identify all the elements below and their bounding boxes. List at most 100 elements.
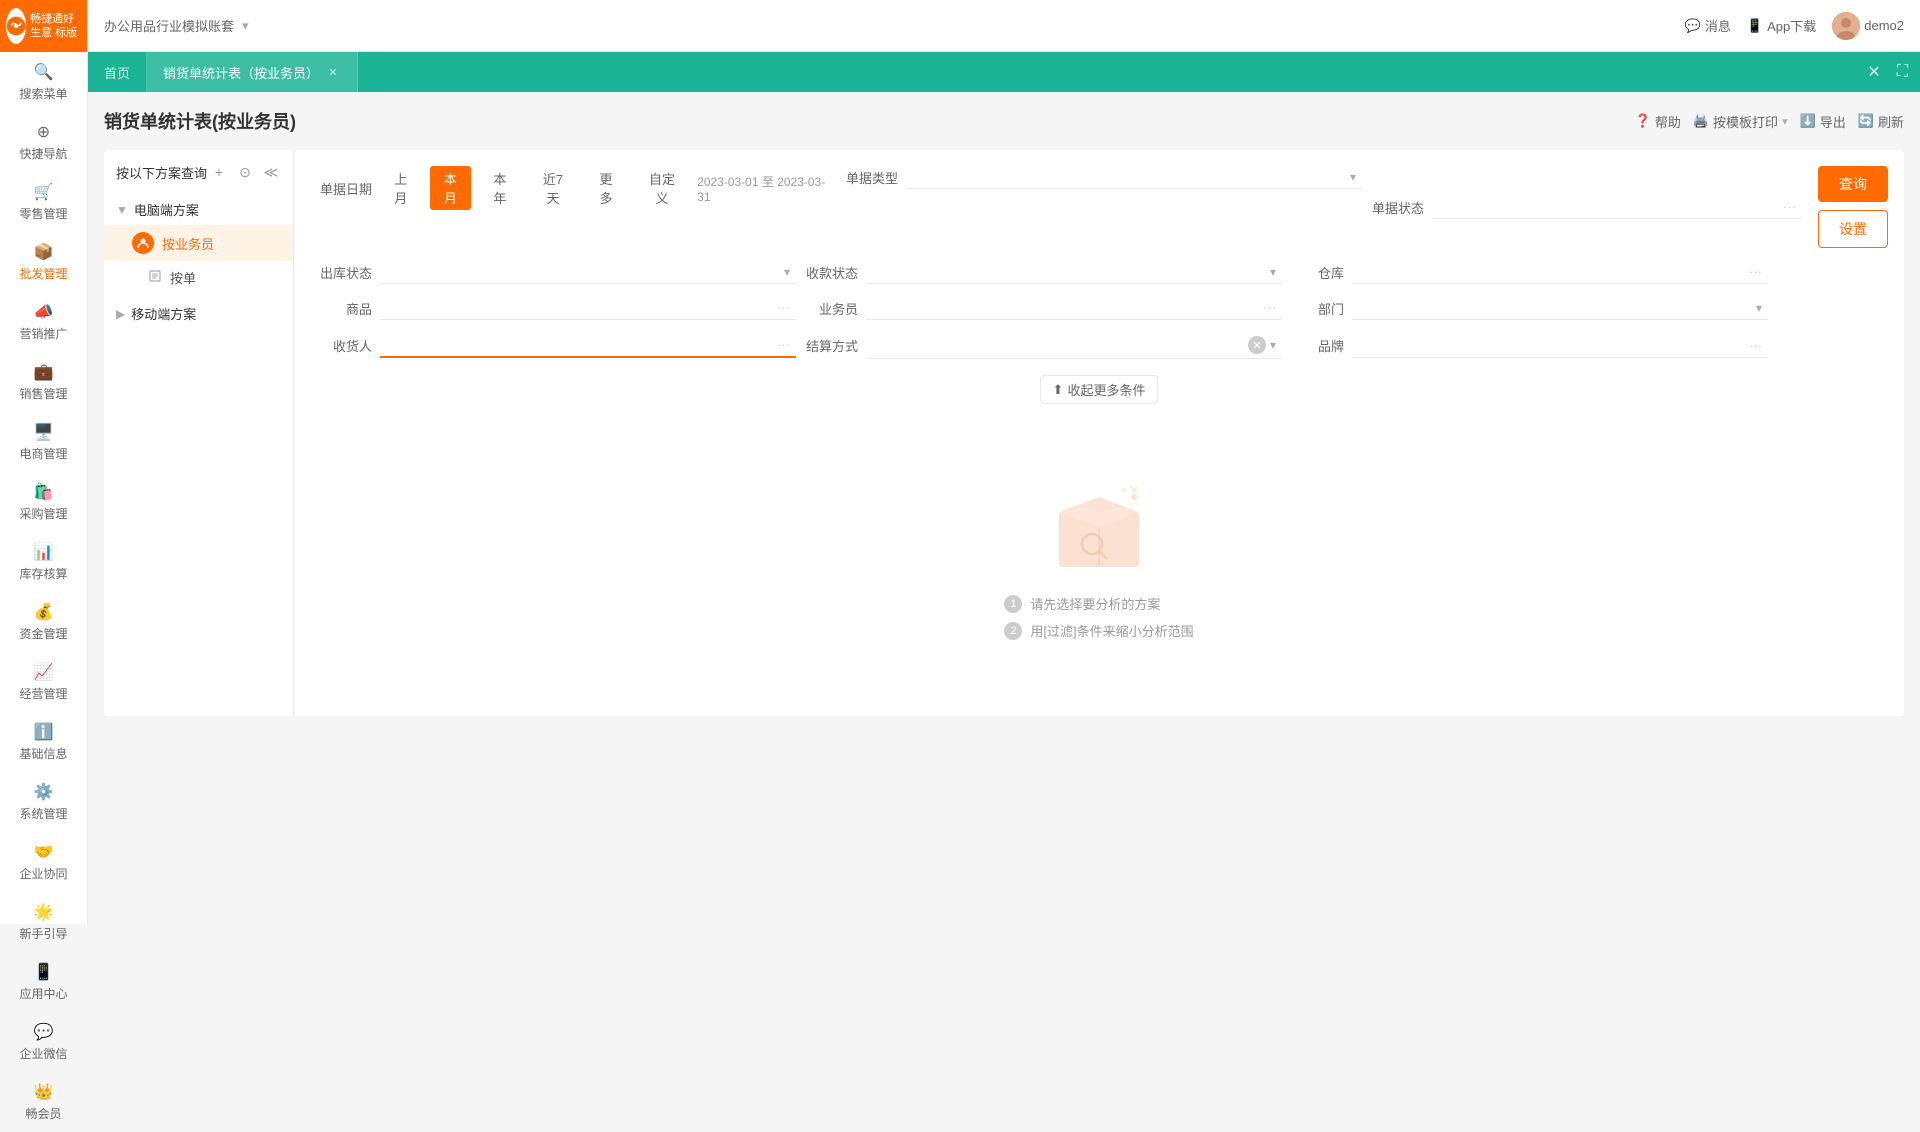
sidebar-item-member[interactable]: 👑 畅会员: [0, 1072, 87, 1132]
page: 销货单统计表(按业务员) ❓ 帮助 🖨️ 按模板打印 ▾ ⬇️ 导出: [88, 92, 1920, 732]
department-select[interactable]: ▾: [1352, 297, 1768, 320]
content-panel: 按以下方案查询 + ⊙ ≪ ▼ 电脑端方案: [104, 150, 1904, 716]
logo-text: 畅捷通好生意 标版: [30, 12, 81, 41]
add-scheme-btn[interactable]: +: [209, 162, 229, 182]
product-dots: ···: [777, 300, 790, 315]
order-icon: [148, 269, 162, 286]
brand-input[interactable]: ···: [1352, 334, 1768, 358]
hint-num-2: 2: [1004, 622, 1022, 640]
collapse-more-btn[interactable]: ⬆ 收起更多条件: [1040, 375, 1159, 404]
last-month-btn[interactable]: 上月: [380, 166, 422, 210]
sales-icon: 💼: [34, 362, 54, 382]
sidebar-item-new-guide[interactable]: 🌟 新手引导: [0, 892, 87, 952]
app-download-btn[interactable]: 📱 App下载: [1747, 16, 1816, 35]
sidebar-item-enterprise-collab[interactable]: 🤝 企业协同: [0, 832, 87, 892]
collapse-panel-btn[interactable]: ≪: [261, 162, 281, 182]
sidebar-item-marketing[interactable]: 📣 营销推广: [0, 292, 87, 352]
sidebar-item-label: 企业微信: [19, 1045, 67, 1062]
scheme-item-by-salesperson[interactable]: 按业务员: [104, 225, 293, 261]
doc-status-dots: ···: [1783, 199, 1796, 214]
message-icon: 💬: [1685, 18, 1701, 34]
tab-sales-stat[interactable]: 销货单统计表（按业务员） ✕: [147, 52, 358, 92]
guide-icon: 🌟: [34, 902, 54, 922]
receipt-status-select[interactable]: ▾: [866, 261, 1282, 284]
payment-method-filter: 结算方式 ✕ ▾: [796, 332, 1282, 359]
template-print-label: 按模板打印: [1713, 112, 1778, 131]
date-range: 2023-03-01 至 2023-03-31: [697, 173, 836, 204]
sidebar-item-label: 营销推广: [19, 325, 67, 342]
main-area: 办公用品行业模拟账套 ▾ 💬 消息 📱 App下载 de: [88, 0, 1920, 924]
tab-close-btn[interactable]: ✕: [325, 64, 341, 80]
doc-status-filter: 单据状态 ··· 查询 设置: [1362, 166, 1888, 248]
sidebar-item-quick-nav[interactable]: ⊕ 快捷导航: [0, 112, 87, 172]
filter-row-2: 出库状态 ▾ 收款状态 ▾: [310, 260, 1888, 284]
sidebar-item-enterprise-wechat[interactable]: 💬 企业微信: [0, 1012, 87, 1072]
sidebar-item-operations-mgmt[interactable]: 📈 经营管理: [0, 652, 87, 712]
out-status-arrow-icon: ▾: [784, 265, 790, 279]
tab-actions: ✕ ⛶: [1863, 52, 1920, 92]
sidebar-item-retail-mgmt[interactable]: 🛒 零售管理: [0, 172, 87, 232]
payment-method-select[interactable]: ✕ ▾: [866, 332, 1282, 359]
mobile-section-header[interactable]: ▶ 移动端方案: [104, 298, 293, 329]
warehouse-input[interactable]: ···: [1352, 260, 1768, 284]
this-month-btn[interactable]: 本月: [430, 166, 472, 210]
export-btn[interactable]: ⬇️ 导出: [1800, 112, 1846, 131]
sidebar-item-search-menu[interactable]: 🔍 搜索菜单: [0, 52, 87, 112]
doc-type-select[interactable]: ▾: [906, 166, 1362, 189]
wholesale-icon: 📦: [34, 242, 54, 262]
this-year-btn[interactable]: 本年: [479, 166, 521, 210]
template-print-btn[interactable]: 🖨️ 按模板打印 ▾: [1693, 112, 1788, 131]
warehouse-dots: ···: [1749, 264, 1762, 279]
message-btn[interactable]: 💬 消息: [1685, 16, 1731, 35]
product-input[interactable]: ···: [380, 296, 796, 320]
receipt-status-filter: 收款状态 ▾: [796, 261, 1282, 284]
refresh-label: 刷新: [1878, 112, 1904, 131]
sidebar-item-purchase-mgmt[interactable]: 🛍️ 采购管理: [0, 472, 87, 532]
edit-scheme-btn[interactable]: ⊙: [235, 162, 255, 182]
avatar: [1832, 12, 1860, 40]
sidebar-item-app-center[interactable]: 📱 应用中心: [0, 952, 87, 1012]
payment-clear-btn[interactable]: ✕: [1248, 336, 1266, 354]
hint-text-1: 请先选择要分析的方案: [1030, 594, 1160, 613]
payment-method-label: 结算方式: [796, 336, 866, 355]
query-btn[interactable]: 查询: [1818, 166, 1888, 202]
tab-home[interactable]: 首页: [88, 52, 147, 92]
custom-btn[interactable]: 自定义: [635, 166, 689, 210]
maximize-icon[interactable]: ⛶: [1893, 59, 1912, 85]
sidebar-item-basic-info[interactable]: ℹ️ 基础信息: [0, 712, 87, 772]
salesperson-input[interactable]: ···: [866, 296, 1282, 320]
sidebar-item-inventory[interactable]: 📊 库存核算: [0, 532, 87, 592]
refresh-btn[interactable]: 🔄 刷新: [1858, 112, 1904, 131]
scheme-subitem-label: 按单: [170, 268, 196, 287]
scheme-subitem-by-order[interactable]: 按单: [104, 261, 293, 294]
close-tab-icon[interactable]: ✕: [1863, 58, 1884, 86]
date-filter: 上月 本月 本年 近7天 更多 自定义 2023-03-01 至 2023-03…: [380, 166, 836, 210]
help-btn[interactable]: ❓ 帮助: [1635, 112, 1681, 131]
mobile-expand-icon: ▶: [116, 307, 125, 321]
out-status-select[interactable]: ▾: [380, 261, 796, 284]
collapse-bar: ⬆ 收起更多条件: [310, 367, 1888, 412]
doc-type-filter: 单据类型 ▾: [836, 166, 1362, 189]
logo-area: 畅捷通好生意 标版: [0, 0, 87, 52]
doc-status-select[interactable]: ···: [1432, 195, 1802, 219]
sidebar-item-system-mgmt[interactable]: ⚙️ 系统管理: [0, 772, 87, 832]
pc-section-header[interactable]: ▼ 电脑端方案: [104, 194, 293, 225]
warehouse-filter: 仓库 ···: [1282, 260, 1888, 284]
user-menu[interactable]: demo2: [1832, 12, 1904, 40]
sidebar-item-sales-mgmt[interactable]: 💼 销售管理: [0, 352, 87, 412]
sidebar-item-wholesale-mgmt[interactable]: 📦 批发管理: [0, 232, 87, 292]
more-btn[interactable]: 更多: [585, 166, 627, 210]
last-7-days-btn[interactable]: 近7天: [529, 166, 578, 210]
sidebar-item-finance-mgmt[interactable]: 💰 资金管理: [0, 592, 87, 652]
sidebar-item-ecommerce-mgmt[interactable]: 🖥️ 电商管理: [0, 412, 87, 472]
basic-info-icon: ℹ️: [34, 722, 54, 742]
receiver-label: 收货人: [310, 336, 380, 355]
dropdown-arrow-icon[interactable]: ▾: [242, 18, 249, 34]
brand-dots: ···: [1749, 338, 1762, 353]
receiver-input[interactable]: ···: [380, 333, 796, 358]
page-actions: ❓ 帮助 🖨️ 按模板打印 ▾ ⬇️ 导出 🔄 刷新: [1635, 112, 1904, 131]
date-label: 单据日期: [310, 179, 380, 198]
brand-label: 品牌: [1282, 336, 1352, 355]
sidebar-item-label: 经营管理: [19, 685, 67, 702]
settings-btn[interactable]: 设置: [1818, 210, 1888, 248]
